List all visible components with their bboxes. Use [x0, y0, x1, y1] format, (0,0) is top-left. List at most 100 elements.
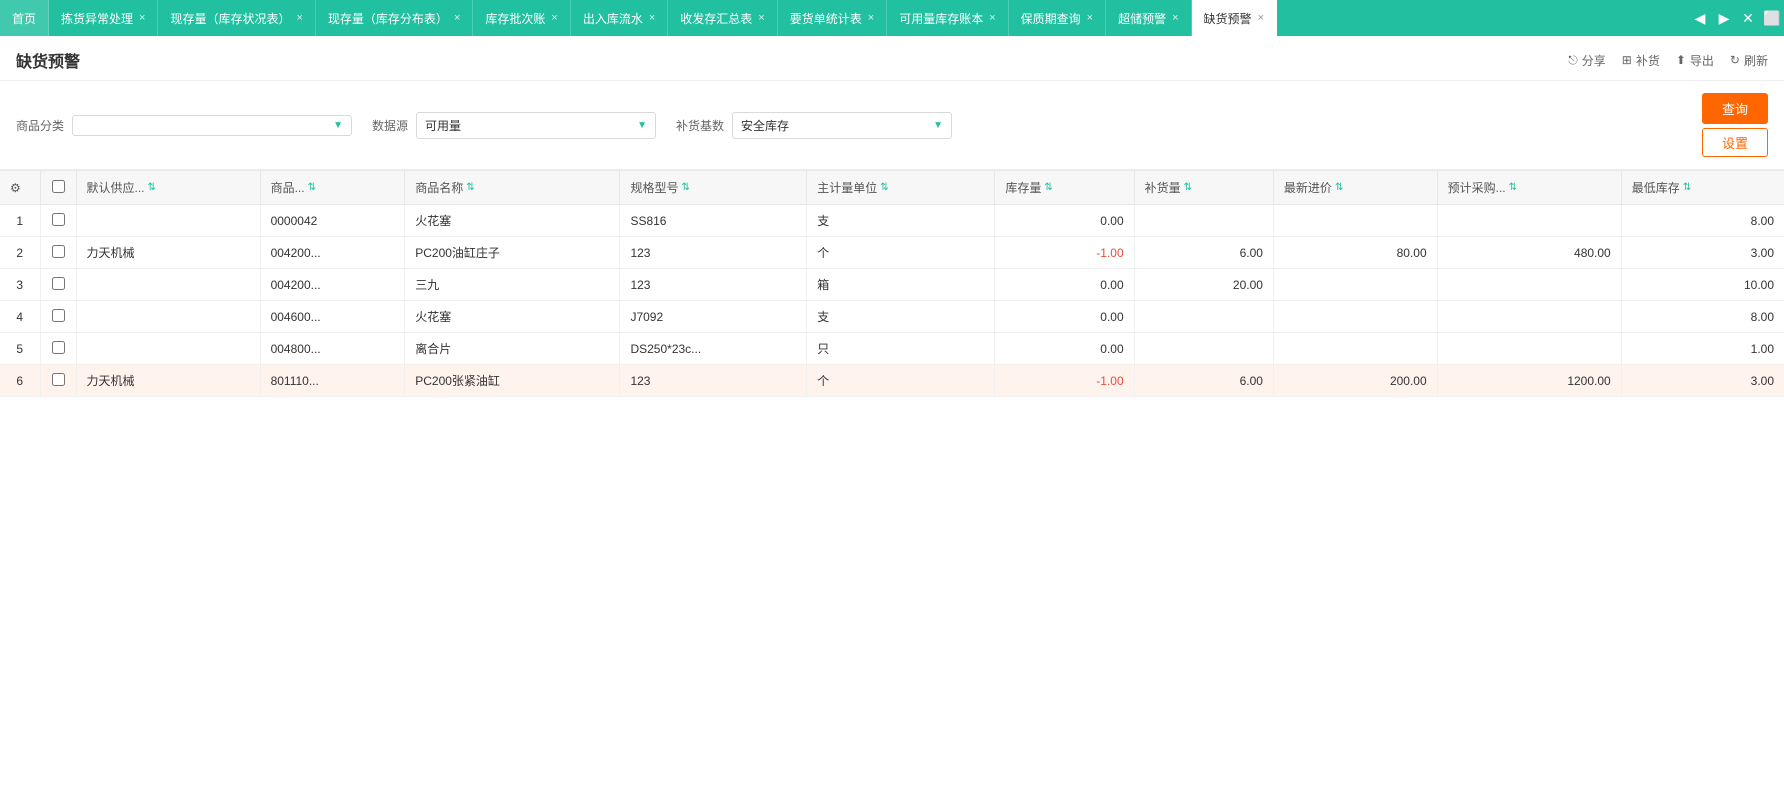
replenish-basis-label: 补货基数 — [676, 117, 724, 134]
td-min-stock: 3.00 — [1621, 365, 1784, 397]
td-latest-price: 200.00 — [1273, 365, 1437, 397]
table-container: ⚙ 默认供应... ⇅ 商品... ⇅ — [0, 170, 1784, 397]
td-product-name: 三九 — [405, 269, 620, 301]
datasource-select[interactable]: 可用量 ▼ — [416, 112, 656, 139]
td-product-code: 004600... — [260, 301, 405, 333]
settings-button[interactable]: 设置 — [1702, 128, 1768, 157]
tab-maximize-btn[interactable]: ⬜ — [1760, 10, 1784, 27]
td-replenish-qty — [1134, 333, 1273, 365]
td-product-name: 火花塞 — [405, 301, 620, 333]
td-spec: SS816 — [620, 205, 807, 237]
td-row-num: 2 — [0, 237, 40, 269]
th-estimated-purchase[interactable]: 预计采购... ⇅ — [1437, 171, 1621, 205]
export-btn[interactable]: ⬆ 导出 — [1676, 52, 1714, 69]
row-checkbox[interactable] — [52, 373, 65, 386]
td-spec: 123 — [620, 269, 807, 301]
th-latest-price[interactable]: 最新进价 ⇅ — [1273, 171, 1437, 205]
sort-icon-stock: ⇅ — [1044, 182, 1052, 193]
tab-close-order[interactable]: × — [868, 12, 874, 24]
sort-icon-estimated: ⇅ — [1509, 182, 1517, 193]
th-spec[interactable]: 规格型号 ⇅ — [620, 171, 807, 205]
tab-close-overstock[interactable]: × — [1172, 12, 1178, 24]
td-estimated-purchase — [1437, 269, 1621, 301]
tab-expiry-query[interactable]: 保质期查询 × — [1009, 0, 1106, 36]
th-stock[interactable]: 库存量 ⇅ — [995, 171, 1134, 205]
td-latest-price — [1273, 205, 1437, 237]
category-select[interactable]: ▼ — [72, 115, 352, 136]
row-checkbox[interactable] — [52, 277, 65, 290]
tab-batch-account[interactable]: 库存批次账 × — [473, 0, 570, 36]
select-all-checkbox[interactable] — [52, 180, 65, 193]
th-gear[interactable]: ⚙ — [0, 171, 40, 205]
td-checkbox[interactable] — [40, 301, 76, 333]
th-checkbox[interactable] — [40, 171, 76, 205]
tab-bar: 首页 拣货异常处理 × 现存量（库存状况表） × 现存量（库存分布表） × 库存… — [0, 0, 1784, 36]
tab-close-defect[interactable]: × — [139, 12, 145, 24]
tab-inventory-status[interactable]: 现存量（库存状况表） × — [158, 0, 315, 36]
td-min-stock: 8.00 — [1621, 205, 1784, 237]
category-filter-group: 商品分类 ▼ — [16, 115, 352, 136]
td-checkbox[interactable] — [40, 269, 76, 301]
tab-shortage-warning[interactable]: 缺货预警 × — [1192, 0, 1277, 36]
td-checkbox[interactable] — [40, 365, 76, 397]
query-button[interactable]: 查询 — [1702, 93, 1768, 124]
th-default-supplier[interactable]: 默认供应... ⇅ — [76, 171, 260, 205]
tab-close-shortage[interactable]: × — [1258, 12, 1264, 24]
td-supplier — [76, 301, 260, 333]
row-checkbox[interactable] — [52, 245, 65, 258]
td-estimated-purchase — [1437, 205, 1621, 237]
replenish-btn[interactable]: ⊞ 补货 — [1622, 52, 1660, 69]
tab-close-expiry[interactable]: × — [1087, 12, 1093, 24]
th-product-code[interactable]: 商品... ⇅ — [260, 171, 405, 205]
row-checkbox[interactable] — [52, 213, 65, 226]
tab-available-ledger[interactable]: 可用量库存账本 × — [887, 0, 1008, 36]
td-unit: 支 — [807, 205, 995, 237]
tab-close-window-btn[interactable]: ✕ — [1736, 10, 1760, 27]
row-checkbox[interactable] — [52, 309, 65, 322]
replenish-icon: ⊞ — [1622, 53, 1632, 67]
share-btn[interactable]: ⎋ 分享 — [1568, 52, 1606, 69]
td-row-num: 6 — [0, 365, 40, 397]
tab-close-inventory-status[interactable]: × — [296, 12, 302, 24]
sort-icon-unit: ⇅ — [880, 182, 888, 193]
td-stock: 0.00 — [995, 301, 1134, 333]
td-replenish-qty — [1134, 205, 1273, 237]
td-checkbox[interactable] — [40, 333, 76, 365]
tab-close-inventory-dist[interactable]: × — [454, 12, 460, 24]
row-checkbox[interactable] — [52, 341, 65, 354]
th-replenish-qty[interactable]: 补货量 ⇅ — [1134, 171, 1273, 205]
tab-overstock-warning[interactable]: 超储预警 × — [1106, 0, 1191, 36]
table-row: 4 004600... 火花塞 J7092 支 0.00 8.00 — [0, 301, 1784, 333]
tab-defect-handling[interactable]: 拣货异常处理 × — [49, 0, 158, 36]
replenish-basis-dropdown-arrow: ▼ — [933, 120, 943, 131]
td-unit: 箱 — [807, 269, 995, 301]
datasource-value: 可用量 — [425, 117, 637, 134]
td-checkbox[interactable] — [40, 237, 76, 269]
replenish-basis-value: 安全库存 — [741, 117, 933, 134]
tab-receive-summary[interactable]: 收发存汇总表 × — [668, 0, 777, 36]
tab-home[interactable]: 首页 — [0, 0, 49, 36]
page-title: 缺货预警 — [16, 48, 80, 72]
th-product-name[interactable]: 商品名称 ⇅ — [405, 171, 620, 205]
tab-close-flow[interactable]: × — [649, 12, 655, 24]
td-min-stock: 8.00 — [1621, 301, 1784, 333]
td-replenish-qty: 6.00 — [1134, 365, 1273, 397]
tab-close-ledger[interactable]: × — [989, 12, 995, 24]
table-row: 3 004200... 三九 123 箱 0.00 20.00 10.00 — [0, 269, 1784, 301]
td-unit: 只 — [807, 333, 995, 365]
tab-close-batch[interactable]: × — [551, 12, 557, 24]
tab-in-out-flow[interactable]: 出入库流水 × — [571, 0, 668, 36]
th-unit[interactable]: 主计量单位 ⇅ — [807, 171, 995, 205]
td-row-num: 1 — [0, 205, 40, 237]
td-checkbox[interactable] — [40, 205, 76, 237]
datasource-label: 数据源 — [372, 117, 408, 134]
td-stock: 0.00 — [995, 269, 1134, 301]
replenish-basis-select[interactable]: 安全库存 ▼ — [732, 112, 952, 139]
th-min-stock[interactable]: 最低库存 ⇅ — [1621, 171, 1784, 205]
tab-next-btn[interactable]: ▶ — [1712, 10, 1736, 27]
refresh-btn[interactable]: ↻ 刷新 — [1730, 52, 1768, 69]
tab-order-stats[interactable]: 要货单统计表 × — [778, 0, 887, 36]
tab-close-receive[interactable]: × — [758, 12, 764, 24]
tab-inventory-dist[interactable]: 现存量（库存分布表） × — [316, 0, 473, 36]
tab-prev-btn[interactable]: ◀ — [1688, 10, 1712, 27]
